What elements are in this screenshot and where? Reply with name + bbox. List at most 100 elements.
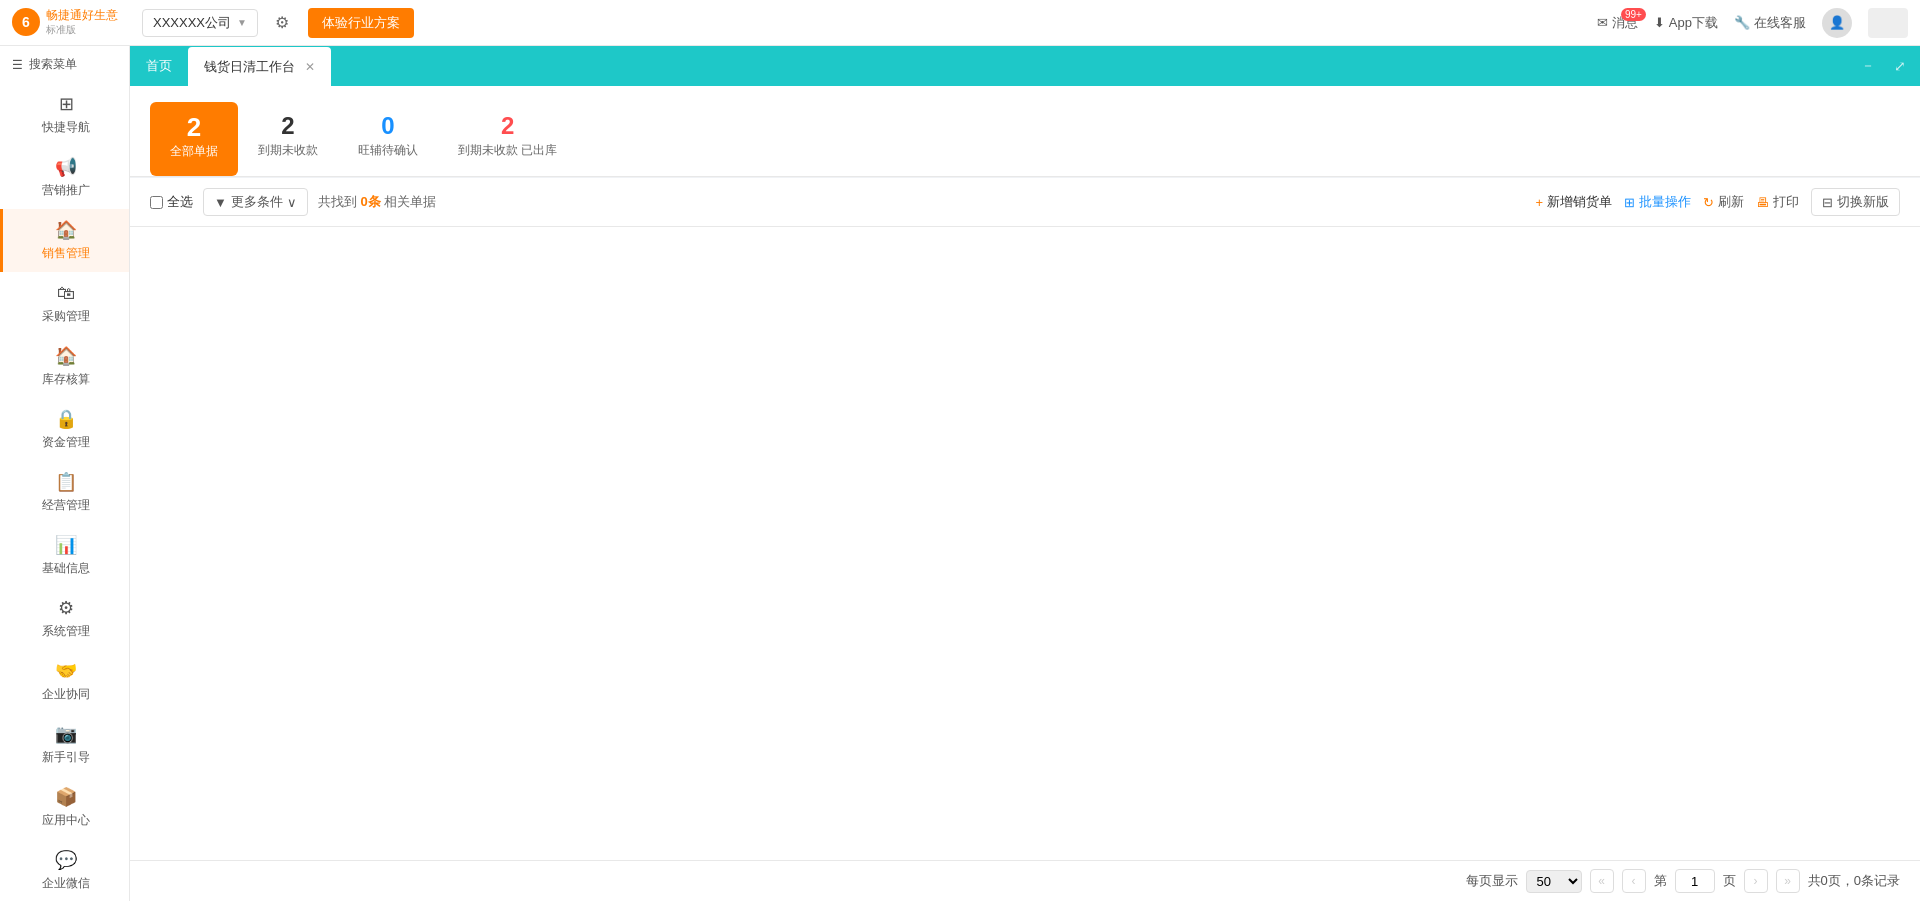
content-area: 首页 钱货日清工作台 ✕ － ⤢ 2 全部单据 2 到期未收款: [130, 46, 1920, 901]
sidebar-item-app-center[interactable]: 📦 应用中心: [0, 776, 129, 839]
stat-card-pending[interactable]: 0 旺辅待确认: [342, 102, 442, 176]
user-name-area: [1868, 8, 1908, 38]
refresh-button[interactable]: ↻ 刷新: [1703, 193, 1744, 211]
sidebar-item-inventory[interactable]: 🏠 库存核算: [0, 335, 129, 398]
sidebar-item-quick-nav[interactable]: ⊞ 快捷导航: [0, 83, 129, 146]
toolbar: 全选 ▼ 更多条件 ∨ 共找到 0条 相关单据 +: [130, 178, 1920, 227]
stat-card-overdue[interactable]: 2 到期未收款: [238, 102, 342, 176]
sales-icon: 🏠: [55, 219, 77, 241]
print-button[interactable]: 🖶 打印: [1756, 193, 1799, 211]
new-sale-button[interactable]: + 新增销货单: [1535, 193, 1612, 211]
online-service-item[interactable]: 🔧 在线客服: [1734, 14, 1806, 32]
app-download-item[interactable]: ⬇ App下载: [1654, 14, 1718, 32]
search-menu-label: 搜索菜单: [29, 56, 77, 73]
sidebar-item-system[interactable]: ⚙ 系统管理: [0, 587, 129, 650]
sidebar-item-guide[interactable]: 📷 新手引导: [0, 713, 129, 776]
sidebar-item-label: 系统管理: [42, 623, 90, 640]
inventory-icon: 🏠: [55, 345, 77, 367]
sidebar-item-basic-info[interactable]: 📊 基础信息: [0, 524, 129, 587]
tab-home[interactable]: 首页: [130, 46, 188, 86]
page-label-suffix: 页: [1723, 872, 1736, 890]
stat-card-overdue-out[interactable]: 2 到期未收款 已出库: [442, 102, 581, 176]
first-page-button[interactable]: «: [1590, 869, 1614, 893]
tab-minimize-icon[interactable]: －: [1856, 54, 1880, 78]
download-icon: ⬇: [1654, 15, 1665, 30]
switch-version-button[interactable]: ⊟ 切换新版: [1811, 188, 1900, 216]
batch-op-button[interactable]: ⊞ 批量操作: [1624, 193, 1691, 211]
next-page-icon: ›: [1754, 874, 1758, 888]
trial-button[interactable]: 体验行业方案: [308, 8, 414, 38]
more-filter-button[interactable]: ▼ 更多条件 ∨: [203, 188, 308, 216]
stat-overdue-out-label: 到期未收款 已出库: [458, 142, 557, 159]
message-item[interactable]: ✉ 消息 99+: [1597, 14, 1638, 32]
stat-pending-num: 0: [358, 112, 418, 140]
next-page-button[interactable]: ›: [1744, 869, 1768, 893]
more-filter-label: 更多条件: [231, 193, 283, 211]
wechat-icon: 💬: [55, 849, 77, 871]
last-page-button[interactable]: »: [1776, 869, 1800, 893]
page-number-input[interactable]: [1675, 869, 1715, 893]
sidebar-item-label: 企业微信: [42, 875, 90, 892]
print-icon: 🖶: [1756, 195, 1769, 210]
tab-home-label: 首页: [146, 57, 172, 75]
toolbar-left: 全选 ▼ 更多条件 ∨ 共找到 0条 相关单据: [150, 188, 1525, 216]
operation-icon: 📋: [55, 471, 77, 493]
stat-overdue-out-num: 2: [458, 112, 557, 140]
sidebar-item-label: 库存核算: [42, 371, 90, 388]
settings-icon[interactable]: ⚙: [266, 7, 298, 39]
message-icon: ✉: [1597, 15, 1608, 30]
print-label: 打印: [1773, 193, 1799, 211]
tab-work-bench[interactable]: 钱货日清工作台 ✕: [188, 47, 331, 87]
company-selector[interactable]: XXXXXX公司 ▼: [142, 9, 258, 37]
refresh-label: 刷新: [1718, 193, 1744, 211]
stat-all-label: 全部单据: [170, 143, 218, 160]
sidebar-item-marketing[interactable]: 📢 营销推广: [0, 146, 129, 209]
top-header: 6 畅捷通好生意 标准版 XXXXXX公司 ▼ ⚙ 体验行业方案 ✉ 消息 99…: [0, 0, 1920, 46]
stat-card-all[interactable]: 2 全部单据: [150, 102, 238, 176]
chevron-down-filter-icon: ∨: [287, 195, 297, 210]
select-all-checkbox[interactable]: 全选: [150, 193, 193, 211]
refresh-icon: ↻: [1703, 195, 1714, 210]
stat-pending-label: 旺辅待确认: [358, 142, 418, 159]
finance-icon: 🔒: [55, 408, 77, 430]
chevron-down-icon: ▼: [237, 17, 247, 28]
sidebar-item-operation[interactable]: 📋 经营管理: [0, 461, 129, 524]
app-center-icon: 📦: [55, 786, 77, 808]
prev-page-button[interactable]: ‹: [1622, 869, 1646, 893]
sidebar-item-finance[interactable]: 🔒 资金管理: [0, 398, 129, 461]
page-content: 2 全部单据 2 到期未收款 0 旺辅待确认 2 到期未收款 已出库: [130, 86, 1920, 901]
prev-page-icon: ‹: [1632, 874, 1636, 888]
sidebar-item-label: 快捷导航: [42, 119, 90, 136]
tab-work-bench-label: 钱货日清工作台: [204, 58, 295, 76]
system-icon: ⚙: [55, 597, 77, 619]
avatar[interactable]: 👤: [1822, 8, 1852, 38]
plus-icon: +: [1535, 195, 1543, 210]
enterprise-icon: 🤝: [55, 660, 77, 682]
sidebar-item-wechat[interactable]: 💬 企业微信: [0, 839, 129, 901]
company-name: XXXXXX公司: [153, 14, 231, 32]
new-sale-label: 新增销货单: [1547, 193, 1612, 211]
sidebar-item-label: 营销推广: [42, 182, 90, 199]
sidebar-item-sales[interactable]: 🏠 销售管理: [0, 209, 129, 272]
batch-op-label: 批量操作: [1639, 193, 1691, 211]
tab-bar: 首页 钱货日清工作台 ✕ － ⤢: [130, 46, 1920, 86]
message-badge: 99+: [1621, 8, 1646, 21]
result-text: 共找到 0条 相关单据: [318, 193, 436, 211]
page-size-select[interactable]: 50 10 20 100: [1526, 870, 1582, 893]
stat-overdue-num: 2: [258, 112, 318, 140]
quick-nav-icon: ⊞: [55, 93, 77, 115]
tab-close-icon[interactable]: ✕: [305, 60, 315, 74]
purchase-icon: 🛍: [55, 282, 77, 304]
first-page-icon: «: [1598, 874, 1605, 888]
sidebar-item-label: 资金管理: [42, 434, 90, 451]
sidebar-item-label: 企业协同: [42, 686, 90, 703]
search-menu-item[interactable]: ☰ 搜索菜单: [0, 46, 129, 83]
sidebar-item-label: 新手引导: [42, 749, 90, 766]
sidebar-item-label: 经营管理: [42, 497, 90, 514]
stat-all-num: 2: [170, 112, 218, 143]
tab-maximize-icon[interactable]: ⤢: [1888, 54, 1912, 78]
sidebar-item-enterprise[interactable]: 🤝 企业协同: [0, 650, 129, 713]
batch-icon: ⊞: [1624, 195, 1635, 210]
sidebar-item-purchase[interactable]: 🛍 采购管理: [0, 272, 129, 335]
select-all-input[interactable]: [150, 196, 163, 209]
